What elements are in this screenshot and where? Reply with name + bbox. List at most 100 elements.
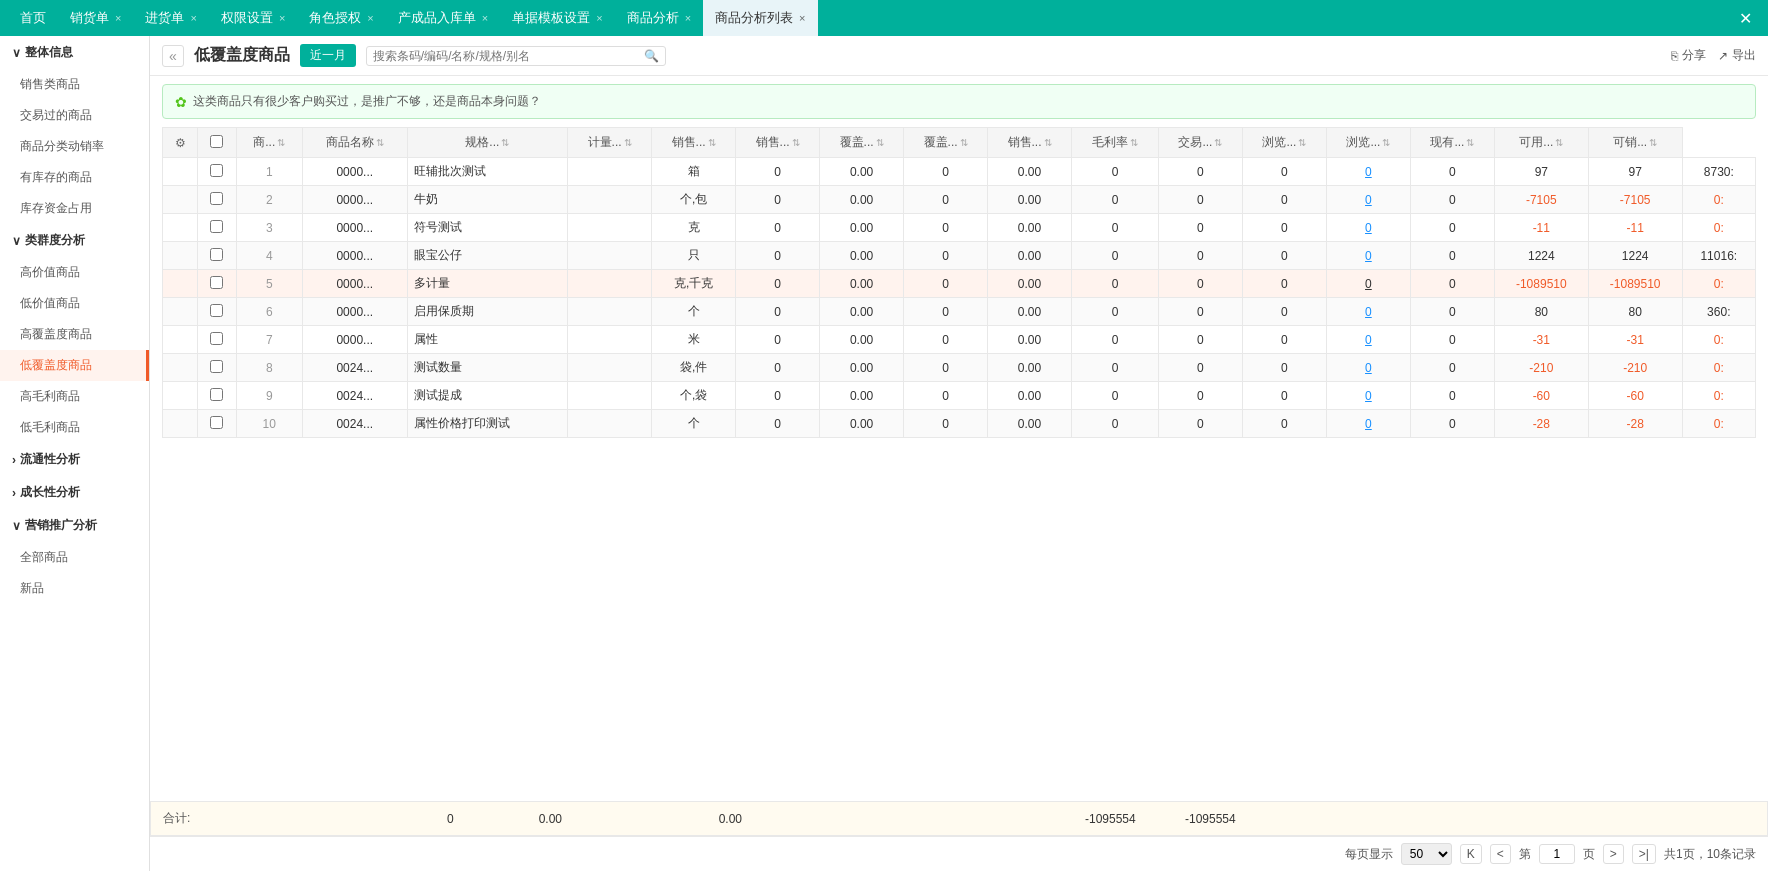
search-input[interactable] (373, 49, 640, 63)
sort-icon[interactable]: ⇅ (1130, 137, 1138, 148)
sidebar-item-low-margin[interactable]: 低毛利商品 (0, 412, 149, 443)
nav-tab-analysis[interactable]: 商品分析 × (615, 0, 703, 36)
sidebar-item-traded-goods[interactable]: 交易过的商品 (0, 100, 149, 131)
close-icon[interactable]: × (190, 12, 196, 24)
last-page-button[interactable]: >| (1632, 844, 1656, 864)
export-button[interactable]: ↗ 导出 (1718, 47, 1756, 64)
row-view1[interactable]: 0 (1326, 242, 1410, 270)
row-stock2: -7105 (1588, 186, 1682, 214)
sidebar-item-high-margin[interactable]: 高毛利商品 (0, 381, 149, 412)
row-checkbox[interactable] (210, 248, 223, 261)
row-checkbox[interactable] (210, 360, 223, 373)
row-view1[interactable]: 0 (1326, 186, 1410, 214)
nav-tab-template[interactable]: 单据模板设置 × (500, 0, 614, 36)
row-stock3: 11016: (1682, 242, 1755, 270)
prev-page-button[interactable]: < (1490, 844, 1511, 864)
sidebar-item-high-value[interactable]: 高价值商品 (0, 257, 149, 288)
share-button[interactable]: ⎘ 分享 (1671, 47, 1706, 64)
row-view1[interactable]: 0 (1326, 382, 1410, 410)
sidebar-group-cluster[interactable]: ∨ 类群度分析 (0, 224, 149, 257)
sort-icon[interactable]: ⇅ (1214, 137, 1222, 148)
row-name: 测试数量 (407, 354, 568, 382)
chevron-down-icon: ∨ (12, 46, 21, 60)
row-checkbox[interactable] (210, 276, 223, 289)
sort-icon[interactable]: ⇅ (876, 137, 884, 148)
sidebar-item-high-coverage[interactable]: 高覆盖度商品 (0, 319, 149, 350)
sidebar-group-growth[interactable]: › 成长性分析 (0, 476, 149, 509)
next-page-button[interactable]: > (1603, 844, 1624, 864)
sort-icon[interactable]: ⇅ (1649, 137, 1657, 148)
sidebar-item-low-coverage[interactable]: 低覆盖度商品 (0, 350, 149, 381)
nav-tab-warehouse[interactable]: 产成品入库单 × (386, 0, 500, 36)
close-icon[interactable]: × (367, 12, 373, 24)
row-view1[interactable]: 0 (1326, 326, 1410, 354)
row-sales3: 0 (1072, 242, 1159, 270)
sort-icon[interactable]: ⇅ (1298, 137, 1306, 148)
row-checkbox[interactable] (210, 332, 223, 345)
row-view2: 0 (1410, 298, 1494, 326)
sidebar-item-all-goods[interactable]: 全部商品 (0, 542, 149, 573)
row-checkbox[interactable] (210, 388, 223, 401)
sidebar-item-new-goods[interactable]: 新品 (0, 573, 149, 604)
row-view1[interactable]: 0 (1326, 410, 1410, 438)
row-checkbox[interactable] (210, 220, 223, 233)
row-stock1: -7105 (1494, 186, 1588, 214)
row-checkbox[interactable] (210, 304, 223, 317)
nav-tab-home[interactable]: 首页 (8, 0, 58, 36)
sort-icon[interactable]: ⇅ (624, 137, 632, 148)
sort-icon[interactable]: ⇅ (501, 137, 509, 148)
sort-icon[interactable]: ⇅ (1466, 137, 1474, 148)
row-cover1: 0 (904, 186, 988, 214)
sidebar-collapse-button[interactable]: « (162, 45, 184, 67)
sidebar-item-category-rate[interactable]: 商品分类动销率 (0, 131, 149, 162)
nav-tab-purchase[interactable]: 进货单 × (133, 0, 208, 36)
row-view1[interactable]: 0 (1326, 214, 1410, 242)
sort-icon[interactable]: ⇅ (277, 137, 285, 148)
per-page-select[interactable]: 50 100 200 (1401, 843, 1452, 865)
nav-tab-permissions[interactable]: 权限设置 × (209, 0, 297, 36)
window-close-button[interactable]: ✕ (1731, 9, 1760, 28)
sort-icon[interactable]: ⇅ (708, 137, 716, 148)
select-all-checkbox[interactable] (210, 135, 223, 148)
close-icon[interactable]: × (685, 12, 691, 24)
row-checkbox[interactable] (210, 192, 223, 205)
close-icon[interactable]: × (596, 12, 602, 24)
row-checkbox-cell (198, 270, 236, 298)
sidebar-item-stocked-goods[interactable]: 有库存的商品 (0, 162, 149, 193)
row-spec (568, 410, 652, 438)
nav-tab-sales[interactable]: 销货单 × (58, 0, 133, 36)
row-sales-amt: 0.00 (820, 410, 904, 438)
sort-icon[interactable]: ⇅ (792, 137, 800, 148)
search-icon[interactable]: 🔍 (644, 49, 659, 63)
nav-tab-roles[interactable]: 角色授权 × (297, 0, 385, 36)
sort-icon[interactable]: ⇅ (1382, 137, 1390, 148)
filter-recent-month-button[interactable]: 近一月 (300, 44, 356, 67)
nav-tab-analysis-list[interactable]: 商品分析列表 × (703, 0, 817, 36)
sidebar-item-sales-goods[interactable]: 销售类商品 (0, 69, 149, 100)
sort-icon[interactable]: ⇅ (376, 137, 384, 148)
sort-icon[interactable]: ⇅ (1044, 137, 1052, 148)
sidebar-item-low-value[interactable]: 低价值商品 (0, 288, 149, 319)
row-spec (568, 298, 652, 326)
sidebar-group-marketing[interactable]: ∨ 营销推广分析 (0, 509, 149, 542)
close-icon[interactable]: × (799, 12, 805, 24)
close-icon[interactable]: × (482, 12, 488, 24)
sort-icon[interactable]: ⇅ (1555, 137, 1563, 148)
first-page-button[interactable]: K (1460, 844, 1482, 864)
row-view1[interactable]: 0 (1326, 298, 1410, 326)
sort-icon[interactable]: ⇅ (960, 137, 968, 148)
row-checkbox[interactable] (210, 416, 223, 429)
sidebar-group-flow[interactable]: › 流通性分析 (0, 443, 149, 476)
row-view1[interactable]: 0 (1326, 354, 1410, 382)
close-icon[interactable]: × (279, 12, 285, 24)
sidebar-item-capital[interactable]: 库存资金占用 (0, 193, 149, 224)
row-unit: 袋,件 (652, 354, 736, 382)
close-icon[interactable]: × (115, 12, 121, 24)
row-view1[interactable]: 0 (1326, 270, 1410, 298)
row-view1[interactable]: 0 (1326, 158, 1410, 186)
col-settings[interactable]: ⚙ (163, 128, 198, 158)
row-checkbox[interactable] (210, 164, 223, 177)
row-sales-qty: 0 (736, 214, 820, 242)
page-number-input[interactable] (1539, 844, 1575, 864)
sidebar-group-overall[interactable]: ∨ 整体信息 (0, 36, 149, 69)
